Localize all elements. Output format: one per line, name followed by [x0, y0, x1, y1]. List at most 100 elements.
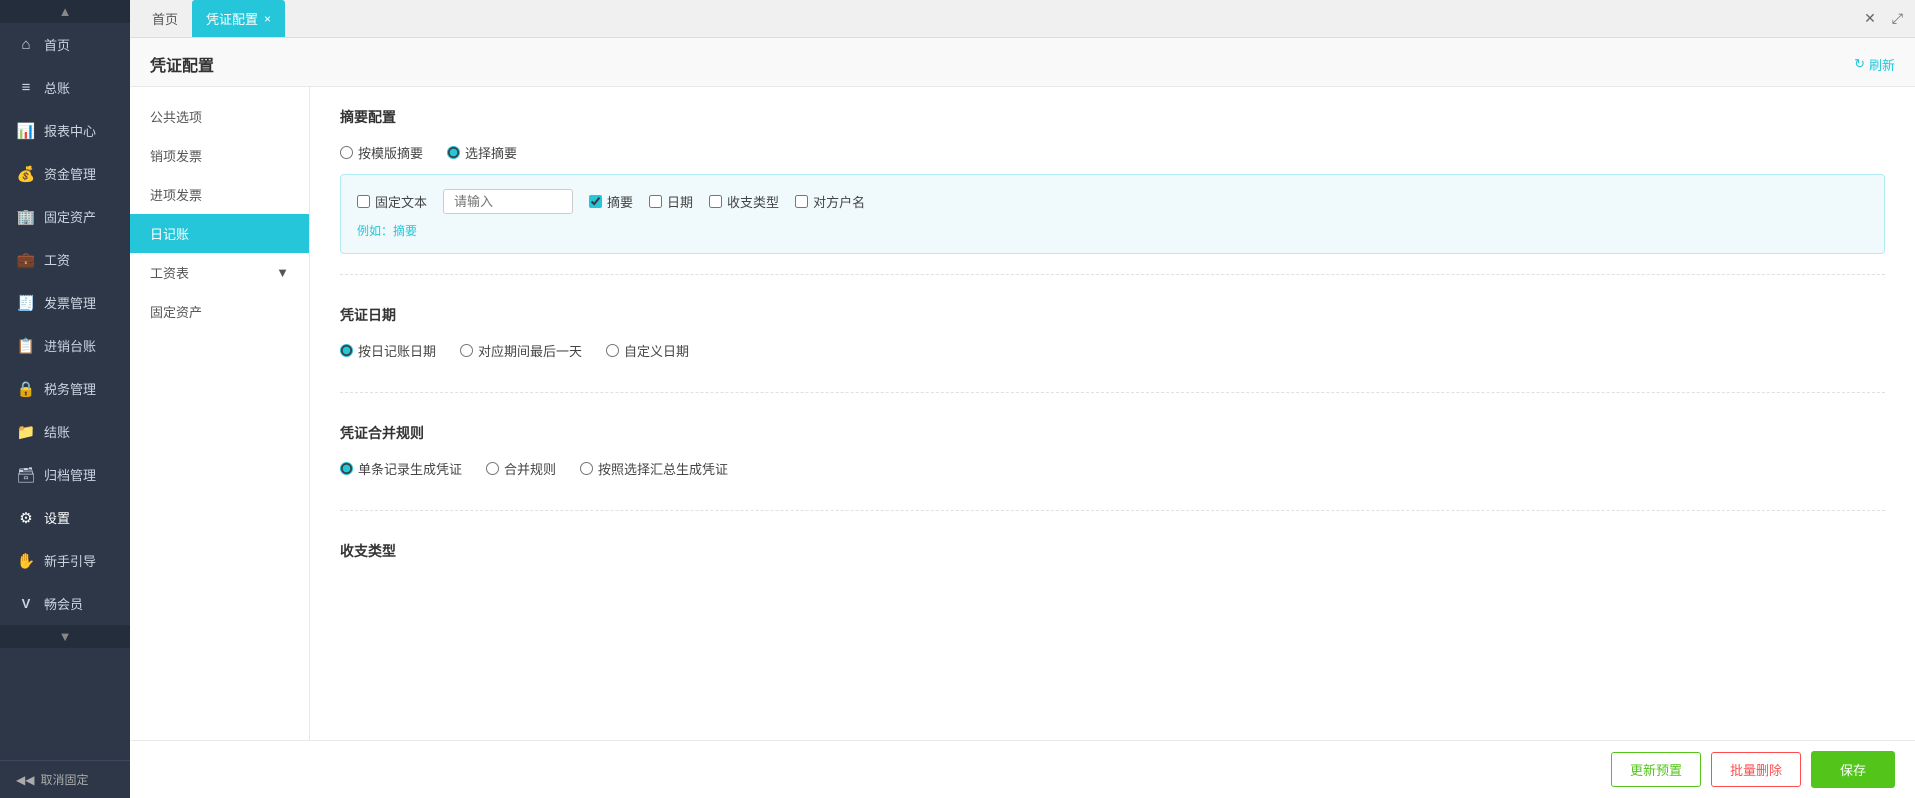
- nav-payroll[interactable]: 工资表 ▼: [130, 253, 309, 292]
- tab-bar-actions: ✕ ⤢: [1860, 8, 1907, 29]
- bottom-bar: 更新预置 批量删除 保存: [130, 740, 1915, 798]
- sidebar-item-invoices[interactable]: 🧾 发票管理: [0, 281, 130, 324]
- sidebar-item-settle[interactable]: 📁 结账: [0, 410, 130, 453]
- sidebar-item-home[interactable]: ⌂ 首页: [0, 23, 130, 66]
- date-radio1-input[interactable]: [340, 344, 353, 357]
- window-close-button[interactable]: ✕: [1860, 8, 1880, 29]
- settings-icon: ⚙: [16, 509, 36, 527]
- sidebar-item-funds[interactable]: 💰 资金管理: [0, 152, 130, 195]
- date-radio3[interactable]: 自定义日期: [606, 341, 689, 360]
- nav-public[interactable]: 公共选项: [130, 97, 309, 136]
- date-radio3-input[interactable]: [606, 344, 619, 357]
- sidebar-item-guide[interactable]: ✋ 新手引导: [0, 539, 130, 582]
- merge-radio1-input[interactable]: [340, 462, 353, 475]
- ledger-icon: ≡: [16, 79, 36, 96]
- merge-radio2-input[interactable]: [486, 462, 499, 475]
- tab-close-button[interactable]: ×: [264, 12, 271, 26]
- archive-icon: 🗃: [16, 466, 36, 484]
- summary-checkboxes-row: 固定文本 摘要 日期 收支类型: [357, 189, 1868, 214]
- batch-delete-button[interactable]: 批量删除: [1711, 752, 1801, 787]
- radio-template[interactable]: [340, 146, 353, 159]
- wages-icon: 💼: [16, 251, 36, 269]
- sidebar-scroll-up[interactable]: ▲: [0, 0, 130, 23]
- content-layout: 公共选项 销项发票 进项发票 日记账 工资表 ▼ 固定资产 摘要配置: [130, 87, 1915, 740]
- checkbox-fixed-text[interactable]: 固定文本: [357, 192, 427, 211]
- date-radio2[interactable]: 对应期间最后一天: [460, 341, 582, 360]
- checkbox-summary[interactable]: 摘要: [589, 192, 633, 211]
- home-icon: ⌂: [16, 36, 36, 53]
- purchase-icon: 📋: [16, 337, 36, 355]
- sidebar-item-reports[interactable]: 📊 报表中心: [0, 109, 130, 152]
- sidebar-item-vip[interactable]: V 畅会员: [0, 582, 130, 625]
- sidebar-item-tax[interactable]: 🔒 税务管理: [0, 367, 130, 410]
- funds-icon: 💰: [16, 165, 36, 183]
- sidebar-item-wages[interactable]: 💼 工资: [0, 238, 130, 281]
- left-nav: 公共选项 销项发票 进项发票 日记账 工资表 ▼ 固定资产: [130, 87, 310, 740]
- invoices-icon: 🧾: [16, 294, 36, 312]
- merge-title: 凭证合并规则: [340, 423, 1885, 443]
- receipt-type-section: 收支类型: [340, 541, 1885, 597]
- summary-config-box: 固定文本 摘要 日期 收支类型: [340, 174, 1885, 254]
- merge-radio3[interactable]: 按照选择汇总生成凭证: [580, 459, 728, 478]
- sidebar-pin-toggle[interactable]: ◀◀ 取消固定: [0, 760, 130, 798]
- page-title: 凭证配置: [150, 52, 214, 76]
- checkbox-summary-input[interactable]: [589, 195, 602, 208]
- refresh-icon: ↻: [1854, 56, 1865, 72]
- checkbox-type[interactable]: 收支类型: [709, 192, 779, 211]
- page-header: 凭证配置 ↻ 刷新: [130, 38, 1915, 87]
- summary-radio-select[interactable]: 选择摘要: [447, 143, 517, 162]
- summary-radio-template[interactable]: 按模版摘要: [340, 143, 423, 162]
- summary-section: 摘要配置 按模版摘要 选择摘要 固定文本: [340, 107, 1885, 275]
- nav-purchase-invoice[interactable]: 进项发票: [130, 175, 309, 214]
- checkbox-counterpart-input[interactable]: [795, 195, 808, 208]
- main-area: 首页 凭证配置 × ✕ ⤢ 凭证配置 ↻ 刷新 公共选项 销项发票 进: [130, 0, 1915, 798]
- radio-select[interactable]: [447, 146, 460, 159]
- update-preview-button[interactable]: 更新预置: [1611, 752, 1701, 787]
- date-title: 凭证日期: [340, 305, 1885, 325]
- pin-icon: ◀◀: [16, 773, 34, 787]
- date-radio-group: 按日记账日期 对应期间最后一天 自定义日期: [340, 341, 1885, 360]
- settle-icon: 📁: [16, 423, 36, 441]
- window-expand-button[interactable]: ⤢: [1888, 8, 1907, 29]
- tab-voucher-config[interactable]: 凭证配置 ×: [192, 0, 285, 37]
- payroll-expand-icon: ▼: [276, 265, 289, 280]
- sidebar-item-settings[interactable]: ⚙ 设置: [0, 496, 130, 539]
- nav-journal[interactable]: 日记账: [130, 214, 309, 253]
- refresh-button[interactable]: ↻ 刷新: [1854, 55, 1895, 74]
- merge-section: 凭证合并规则 单条记录生成凭证 合并规则 按照选择汇总生成凭证: [340, 423, 1885, 511]
- sidebar-item-archive[interactable]: 🗃 归档管理: [0, 453, 130, 496]
- guide-icon: ✋: [16, 552, 36, 570]
- vip-icon: V: [16, 596, 36, 611]
- sidebar: ▲ ⌂ 首页 ≡ 总账 📊 报表中心 💰 资金管理 🏢 固定资产 💼 工资 🧾 …: [0, 0, 130, 798]
- date-section: 凭证日期 按日记账日期 对应期间最后一天 自定义日期: [340, 305, 1885, 393]
- nav-sales-invoice[interactable]: 销项发票: [130, 136, 309, 175]
- receipt-type-title: 收支类型: [340, 541, 1885, 561]
- summary-radio-group: 按模版摘要 选择摘要: [340, 143, 1885, 162]
- fixed-text-input[interactable]: [443, 189, 573, 214]
- sidebar-item-ledger[interactable]: ≡ 总账: [0, 66, 130, 109]
- date-radio1[interactable]: 按日记账日期: [340, 341, 436, 360]
- checkbox-date-input[interactable]: [649, 195, 662, 208]
- merge-radio2[interactable]: 合并规则: [486, 459, 556, 478]
- sidebar-item-purchase[interactable]: 📋 进销台账: [0, 324, 130, 367]
- right-content: 摘要配置 按模版摘要 选择摘要 固定文本: [310, 87, 1915, 740]
- checkbox-date[interactable]: 日期: [649, 192, 693, 211]
- checkbox-counterpart[interactable]: 对方户名: [795, 192, 865, 211]
- sidebar-scroll-down[interactable]: ▼: [0, 625, 130, 648]
- nav-fixed-assets[interactable]: 固定资产: [130, 292, 309, 331]
- fixed-icon: 🏢: [16, 208, 36, 226]
- tab-home[interactable]: 首页: [138, 0, 192, 37]
- save-button[interactable]: 保存: [1811, 751, 1895, 788]
- tax-icon: 🔒: [16, 380, 36, 398]
- merge-radio1[interactable]: 单条记录生成凭证: [340, 459, 462, 478]
- reports-icon: 📊: [16, 122, 36, 140]
- checkbox-fixed-text-input[interactable]: [357, 195, 370, 208]
- summary-example: 例如：摘要: [357, 222, 1868, 239]
- merge-radio-group: 单条记录生成凭证 合并规则 按照选择汇总生成凭证: [340, 459, 1885, 478]
- checkbox-type-input[interactable]: [709, 195, 722, 208]
- tab-bar: 首页 凭证配置 × ✕ ⤢: [130, 0, 1915, 38]
- summary-title: 摘要配置: [340, 107, 1885, 127]
- date-radio2-input[interactable]: [460, 344, 473, 357]
- sidebar-item-fixed[interactable]: 🏢 固定资产: [0, 195, 130, 238]
- merge-radio3-input[interactable]: [580, 462, 593, 475]
